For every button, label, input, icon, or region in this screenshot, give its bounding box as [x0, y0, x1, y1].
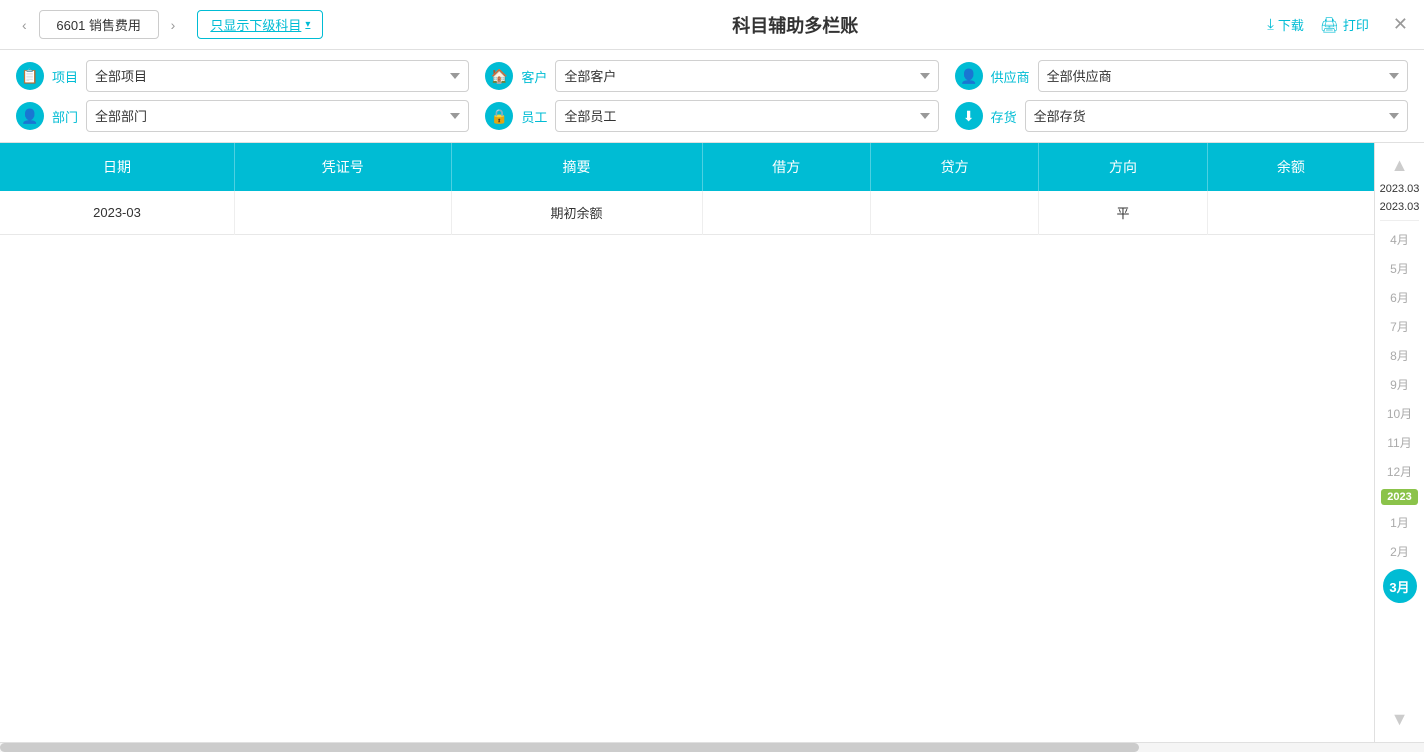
year-badge: 2023 — [1381, 489, 1417, 505]
col-date: 日期 — [0, 143, 234, 191]
table-row: 2023-03 期初余额 平 — [0, 191, 1374, 235]
employee-label: 员工 — [521, 107, 547, 126]
project-icon: 📋 — [16, 62, 44, 90]
cell-summary: 期初余额 — [451, 191, 702, 235]
sidebar-month-1[interactable]: 1月 — [1375, 508, 1424, 537]
show-sub-label: 只显示下级科目 — [210, 15, 301, 34]
cell-direction: 平 — [1039, 191, 1207, 235]
col-summary: 摘要 — [451, 143, 702, 191]
horizontal-scrollbar[interactable] — [0, 742, 1424, 752]
main-container: ‹ 6601 销售费用 › 只显示下级科目 ▾ 科目辅助多栏账 ⤓ 下载 🖨 打… — [0, 0, 1424, 752]
cell-voucher — [234, 191, 451, 235]
download-icon: ⤓ — [1267, 16, 1274, 33]
print-icon: 🖨 — [1320, 16, 1339, 34]
supplier-filter: 👤 供应商 全部供应商 — [955, 60, 1408, 92]
sidebar-month-8[interactable]: 8月 — [1375, 341, 1424, 370]
sidebar-month-10[interactable]: 10月 — [1375, 399, 1424, 428]
sidebar-month-3-active[interactable]: 3月 — [1383, 569, 1417, 603]
sidebar-divider-1 — [1380, 220, 1419, 221]
show-sub-button[interactable]: 只显示下级科目 ▾ — [197, 10, 323, 39]
supplier-select[interactable]: 全部供应商 — [1038, 60, 1408, 92]
cell-balance — [1207, 191, 1374, 235]
cell-credit — [870, 191, 1038, 235]
download-button[interactable]: ⤓ 下载 — [1267, 15, 1304, 34]
account-code-label: 6601 销售费用 — [39, 10, 159, 39]
department-icon: 👤 — [16, 102, 44, 130]
project-select[interactable]: 全部项目 — [86, 60, 469, 92]
page-title: 科目辅助多栏账 — [323, 12, 1267, 38]
department-label: 部门 — [52, 107, 78, 126]
scrollbar-thumb[interactable] — [0, 743, 1139, 752]
cell-debit — [702, 191, 870, 235]
employee-select[interactable]: 全部员工 — [555, 100, 938, 132]
col-direction: 方向 — [1039, 143, 1207, 191]
sidebar-up-arrow[interactable]: ▲ — [1387, 151, 1413, 180]
employee-filter: 🔒 员工 全部员工 — [485, 100, 938, 132]
project-filter: 📋 项目 全部项目 — [16, 60, 469, 92]
next-account-btn[interactable]: › — [165, 15, 182, 35]
cell-date: 2023-03 — [0, 191, 234, 235]
top-actions: ⤓ 下载 🖨 打印 ✕ — [1267, 14, 1408, 35]
inventory-filter: ⬇ 存货 全部存货 — [955, 100, 1408, 132]
supplier-label: 供应商 — [991, 67, 1030, 86]
sidebar-down-arrow[interactable]: ▼ — [1387, 705, 1413, 734]
download-label: 下载 — [1278, 15, 1304, 34]
col-voucher: 凭证号 — [234, 143, 451, 191]
filter-bar: 📋 项目 全部项目 🏠 客户 全部客户 👤 供应商 全部供应商 👤 部门 全 — [0, 50, 1424, 143]
sidebar-period-1[interactable]: 2023.03 — [1375, 180, 1424, 198]
customer-filter: 🏠 客户 全部客户 — [485, 60, 938, 92]
table-wrapper: 日期 凭证号 摘要 借方 贷方 方向 余额 2023-03 期初余额 — [0, 143, 1374, 742]
inventory-label: 存货 — [991, 107, 1017, 126]
right-sidebar: ▲ 2023.03 2023.03 4月 5月 6月 7月 8月 9月 10月 … — [1374, 143, 1424, 742]
print-button[interactable]: 🖨 打印 — [1320, 15, 1369, 34]
inventory-select[interactable]: 全部存货 — [1025, 100, 1408, 132]
project-label: 项目 — [52, 67, 78, 86]
sidebar-period-2[interactable]: 2023.03 — [1375, 198, 1424, 216]
sidebar-month-2[interactable]: 2月 — [1375, 537, 1424, 566]
close-button[interactable]: ✕ — [1393, 14, 1408, 35]
sidebar-month-12[interactable]: 12月 — [1375, 457, 1424, 486]
print-label: 打印 — [1343, 15, 1369, 34]
employee-icon: 🔒 — [485, 102, 513, 130]
sidebar-month-5[interactable]: 5月 — [1375, 254, 1424, 283]
top-bar: ‹ 6601 销售费用 › 只显示下级科目 ▾ 科目辅助多栏账 ⤓ 下载 🖨 打… — [0, 0, 1424, 50]
prev-account-btn[interactable]: ‹ — [16, 15, 33, 35]
supplier-icon: 👤 — [955, 62, 983, 90]
sidebar-month-4[interactable]: 4月 — [1375, 225, 1424, 254]
chevron-down-icon: ▾ — [305, 19, 310, 30]
customer-icon: 🏠 — [485, 62, 513, 90]
sidebar-month-6[interactable]: 6月 — [1375, 283, 1424, 312]
customer-select[interactable]: 全部客户 — [555, 60, 938, 92]
account-nav: ‹ 6601 销售费用 › — [16, 10, 181, 39]
department-select[interactable]: 全部部门 — [86, 100, 469, 132]
sidebar-month-9[interactable]: 9月 — [1375, 370, 1424, 399]
department-filter: 👤 部门 全部部门 — [16, 100, 469, 132]
sidebar-month-7[interactable]: 7月 — [1375, 312, 1424, 341]
col-debit: 借方 — [702, 143, 870, 191]
customer-label: 客户 — [521, 67, 547, 86]
ledger-table: 日期 凭证号 摘要 借方 贷方 方向 余额 2023-03 期初余额 — [0, 143, 1374, 235]
sidebar-month-11[interactable]: 11月 — [1375, 428, 1424, 457]
col-credit: 贷方 — [870, 143, 1038, 191]
inventory-icon: ⬇ — [955, 102, 983, 130]
col-balance: 余额 — [1207, 143, 1374, 191]
